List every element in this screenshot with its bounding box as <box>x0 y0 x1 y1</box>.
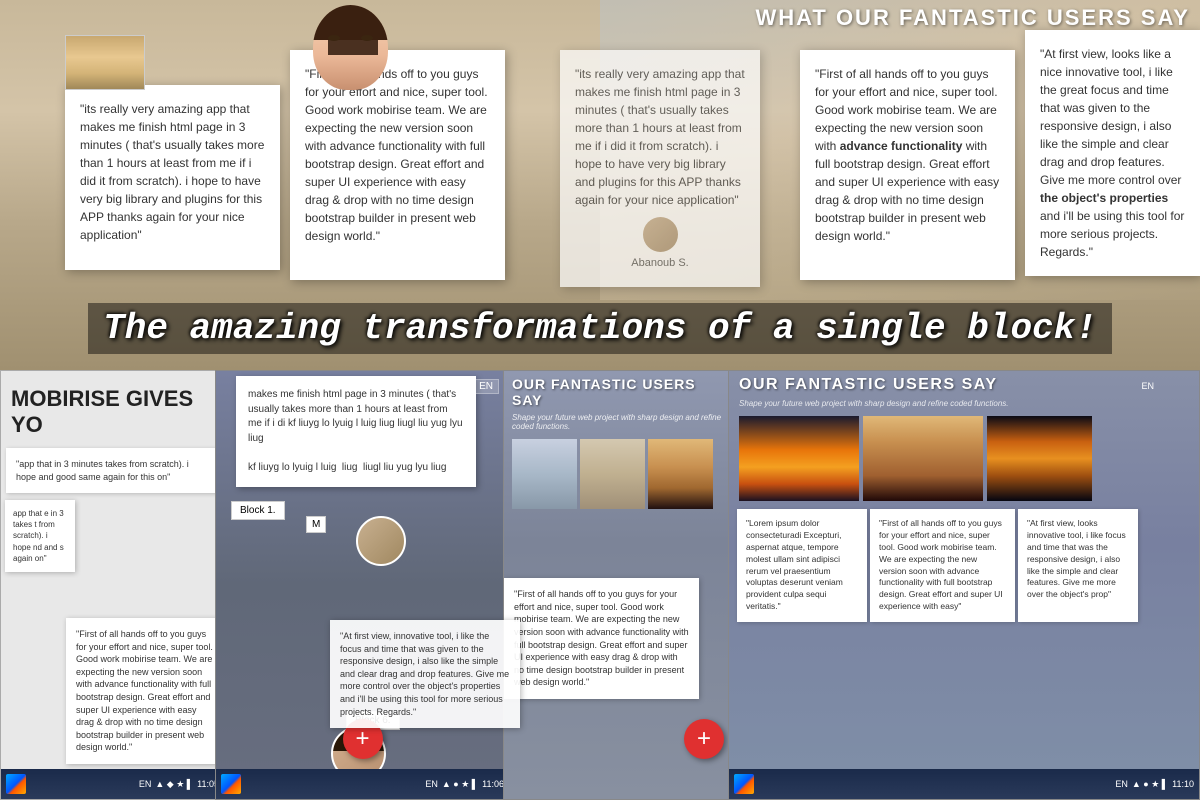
testimonial-card-1: "its really very amazing app that makes … <box>65 85 280 270</box>
en-lang-2: EN <box>473 379 499 394</box>
tagline-text: Shape your future web project with sharp… <box>504 413 734 436</box>
lang-1: EN <box>139 779 152 789</box>
main-heading: The amazing transformations of a single … <box>0 308 1200 349</box>
lang-badge-2: EN <box>473 376 499 394</box>
testimonial-card-4: "First of all hands off to you guys for … <box>800 50 1015 280</box>
time-4: 11:10 <box>1172 779 1194 789</box>
bottom-card-3: "At first view, looks innovative tool, i… <box>1018 509 1138 622</box>
testimonial-card-3: "its really very amazing app that makes … <box>560 50 760 287</box>
header-users-say: WHAT OUR FANTASTIC USERS SAY <box>620 5 1200 31</box>
windows-logo-2 <box>221 774 241 794</box>
sunset-thumb-2 <box>863 416 983 501</box>
landscape-thumb-1 <box>512 439 577 509</box>
card-5-text: "At first view, looks like a nice innova… <box>1040 47 1184 259</box>
portrait-top <box>290 0 410 110</box>
card-1-text: "its really very amazing app that makes … <box>80 102 264 242</box>
face-portrait <box>313 5 388 90</box>
lorem-card: "Lorem ipsum dolor consecteturadi Except… <box>737 509 867 622</box>
author-tag: Abanoub S. <box>575 217 745 272</box>
taskbar-1: EN ▲ ◆ ★ ▌ 11:05 <box>1 769 224 799</box>
block-label-1: Block 1. <box>231 501 285 520</box>
taskbar-right-1: EN ▲ ◆ ★ ▌ 11:05 <box>139 779 219 790</box>
edit-card: makes me finish html page in 3 minutes (… <box>236 376 476 487</box>
landscape-row <box>504 436 734 512</box>
taskbar-right-2: EN ▲ ● ★ ▌ 11:06 <box>425 779 504 790</box>
icons-2: ▲ ● ★ ▌ <box>442 779 478 790</box>
tagline-right: Shape your future web project with sharp… <box>729 399 1199 413</box>
card-3-text: "its really very amazing app that makes … <box>575 67 745 207</box>
lang-4: EN <box>1115 779 1128 789</box>
icons-1: ▲ ◆ ★ ▌ <box>155 779 193 790</box>
taskbar-4: EN ▲ ● ★ ▌ 11:10 <box>729 769 1199 799</box>
mobirise-title: MOBIRISE GIVES YO <box>1 371 224 443</box>
bottom-card-2: "First of all hands off to you guys for … <box>870 509 1015 622</box>
bottom-cards-row: "Lorem ipsum dolor consecteturadi Except… <box>729 504 1199 627</box>
users-say-right: OUR FANTASTIC USERS SAY <box>729 371 1199 399</box>
lang-2: EN <box>425 779 438 789</box>
screenshot-1: MOBIRISE GIVES YO "app that in 3 minutes… <box>0 370 225 800</box>
avatar-1 <box>356 516 406 566</box>
testimonial-card-5: "At first view, looks like a nice innova… <box>1025 30 1200 276</box>
screenshot-4: OUR FANTASTIC USERS SAY Shape your futur… <box>728 370 1200 800</box>
landscape-thumb-3 <box>648 439 713 509</box>
inner-card-2: "First of all hands off to you guys for … <box>66 618 224 764</box>
taskbar-2: EN ▲ ● ★ ▌ 11:06 <box>216 769 509 799</box>
landscape-thumb-2 <box>580 439 645 509</box>
lang-badge-right: EN <box>1141 376 1154 394</box>
block-label-m: M <box>306 516 326 533</box>
partial-edit-card: "At first view, innovative tool, i like … <box>330 620 520 728</box>
screenshot-2: makes me finish html page in 3 minutes (… <box>215 370 510 800</box>
time-2: 11:06 <box>482 779 504 789</box>
sunset-thumb-1 <box>739 416 859 501</box>
card-4-text: "First of all hands off to you guys for … <box>815 67 999 243</box>
en-lang-right: EN <box>1141 381 1154 391</box>
sunset-thumb-3 <box>987 416 1092 501</box>
icons-4: ▲ ● ★ ▌ <box>1132 779 1168 790</box>
heading-text: The amazing transformations of a single … <box>88 303 1112 354</box>
sunset-row <box>729 413 1199 504</box>
add-button-3[interactable]: + <box>684 719 724 759</box>
far-left-card: app that e in 3 takes t from scratch). i… <box>5 500 75 572</box>
small-landscape-image <box>65 35 145 90</box>
windows-logo-1 <box>6 774 26 794</box>
bottom-card-partial-1: "First of all hands off to you guys for … <box>504 578 699 699</box>
taskbar-right-4: EN ▲ ● ★ ▌ 11:10 <box>1115 779 1194 790</box>
users-say-partial: OUR FANTASTIC USERS SAY <box>504 371 734 413</box>
windows-logo-4 <box>734 774 754 794</box>
screenshot-3: OUR FANTASTIC USERS SAY Shape your futur… <box>503 370 735 800</box>
inner-card-1: "app that in 3 minutes takes from scratc… <box>6 448 219 493</box>
